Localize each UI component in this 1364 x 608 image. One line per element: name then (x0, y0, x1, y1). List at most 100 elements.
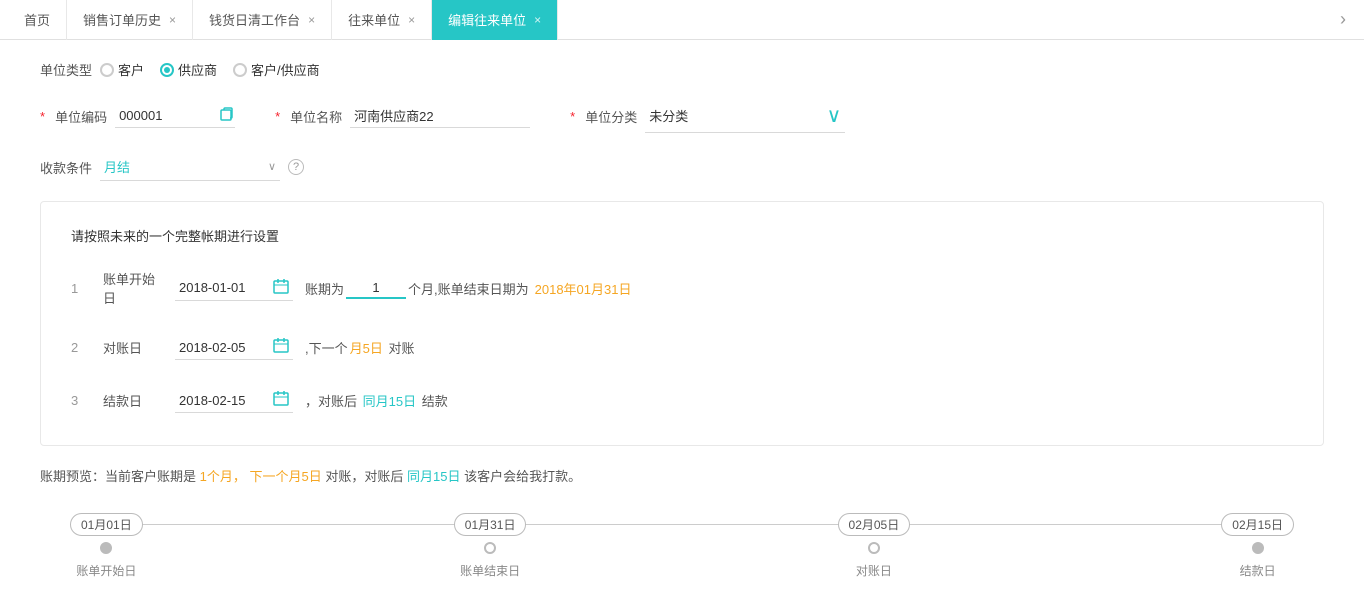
tab-cash-work[interactable]: 钱货日清工作台 × (193, 0, 332, 40)
tab-bar: 首页 销售订单历史 × 钱货日清工作台 × 往来单位 × 编辑往来单位 × › (0, 0, 1364, 40)
main-content: 单位类型 客户 供应商 客户/供应商 * 单位编码 (0, 40, 1364, 608)
timeline-label-4: 结款日 (1240, 562, 1276, 579)
preview-suffix: 该客户会给我打款。 (464, 469, 581, 484)
unit-category-item: * 单位分类 未分类 ∨ (570, 99, 845, 133)
row-3-num: 3 (71, 393, 91, 408)
row-1-calendar-icon[interactable] (273, 278, 289, 298)
row-3-highlight-day: 同月15日 (359, 391, 420, 410)
tab-partner-close[interactable]: × (408, 13, 415, 27)
radio-customer[interactable]: 客户 (100, 60, 144, 79)
preview-label: 账期预览：当前客户账期是 (40, 469, 196, 484)
row-3-desc: ，对账后 同月15日 结款 (305, 391, 448, 410)
radio-supplier-circle (160, 63, 174, 77)
tab-more-button[interactable]: › (1330, 9, 1356, 30)
row-2-calendar-icon[interactable] (273, 337, 289, 357)
row-1-date-input[interactable] (179, 280, 269, 295)
tab-sales-history-close[interactable]: × (169, 13, 176, 27)
unit-category-select[interactable]: 未分类 ∨ (645, 99, 845, 133)
row-2-desc: ,下一个 月5日 对账 (305, 338, 414, 357)
row-2-date-field (175, 335, 293, 360)
unit-category-value: 未分类 (649, 106, 826, 125)
radio-customer-label: 客户 (118, 60, 144, 79)
row-3-desc-prefix: ，对账后 (305, 391, 357, 410)
payment-terms-value: 月结 (104, 157, 264, 176)
unit-code-item: * 单位编码 (40, 104, 235, 128)
timeline-label-3: 对账日 (856, 562, 892, 579)
row-2-date-input[interactable] (179, 340, 269, 355)
setting-row-3: 3 结款日 ，对账后 同月15日 结款 (71, 388, 1293, 413)
unit-code-copy-icon[interactable] (219, 106, 235, 126)
timeline-dot-1 (100, 542, 112, 554)
tab-home[interactable]: 首页 (8, 0, 67, 40)
row-1-date-field (175, 276, 293, 301)
payment-terms-item: 收款条件 月结 ∨ ? (40, 153, 304, 181)
unit-name-item: * 单位名称 (275, 104, 530, 128)
timeline-line (70, 524, 1294, 525)
setting-row-1: 1 账单开始日 账期为 个月,账单结束日期为 2018年01月31日 (71, 269, 1293, 307)
unit-category-required-mark: * (570, 109, 575, 124)
unit-code-label: 单位编码 (55, 107, 107, 126)
timeline-dot-4 (1252, 542, 1264, 554)
unit-name-required-mark: * (275, 109, 280, 124)
radio-supplier-label: 供应商 (178, 60, 217, 79)
row-1-desc: 账期为 个月,账单结束日期为 2018年01月31日 (305, 278, 631, 299)
timeline-badge-1: 01月01日 (70, 513, 143, 536)
unit-category-arrow: ∨ (827, 103, 842, 128)
radio-both-circle (233, 63, 247, 77)
tab-edit-partner[interactable]: 编辑往来单位 × (432, 0, 558, 40)
preview-next: 下一个月5日 (250, 469, 322, 484)
unit-name-input[interactable] (350, 104, 530, 128)
tab-sales-history-label: 销售订单历史 (83, 10, 161, 29)
unit-code-required-mark: * (40, 109, 45, 124)
row-3-calendar-icon[interactable] (273, 390, 289, 410)
row-2-highlight-day: 月5日 (350, 338, 383, 357)
preview-payment: 同月15日 (407, 469, 460, 484)
unit-info-row: * 单位编码 * 单位名称 * 单位分类 未分类 ∨ (40, 99, 1324, 133)
payment-terms-row: 收款条件 月结 ∨ ? (40, 153, 1324, 181)
row-3-date-field (175, 388, 293, 413)
unit-type-label: 单位类型 (40, 60, 92, 79)
timeline: 01月01日 账单开始日 01月31日 账单结束日 02月05日 对账日 02月… (40, 513, 1324, 579)
preview-period: 1个月， (200, 469, 246, 484)
row-1-num: 1 (71, 281, 91, 296)
timeline-dot-2 (484, 542, 496, 554)
timeline-dot-3 (868, 542, 880, 554)
row-1-highlight-date: 2018年01月31日 (535, 279, 632, 298)
tab-cash-work-close[interactable]: × (308, 13, 315, 27)
period-input[interactable] (346, 278, 406, 299)
row-3-date-input[interactable] (179, 393, 269, 408)
unit-code-input[interactable] (115, 104, 215, 127)
row-1-desc-prefix: 账期为 (305, 279, 344, 298)
timeline-badge-4: 02月15日 (1221, 513, 1294, 536)
radio-both-label: 客户/供应商 (251, 60, 320, 79)
timeline-badge-2: 01月31日 (454, 513, 527, 536)
row-2-desc-prefix: ,下一个 (305, 338, 348, 357)
setting-row-2: 2 对账日 ,下一个 月5日 对账 (71, 335, 1293, 360)
unit-name-label: 单位名称 (290, 107, 342, 126)
row-1-label: 账单开始日 (103, 269, 163, 307)
tab-partner[interactable]: 往来单位 × (332, 0, 432, 40)
tab-cash-work-label: 钱货日清工作台 (209, 10, 300, 29)
timeline-point-1: 01月01日 账单开始日 (70, 513, 143, 579)
tab-edit-partner-label: 编辑往来单位 (448, 10, 526, 29)
preview-section: 账期预览：当前客户账期是 1个月， 下一个月5日 对账，对账后 同月15日 该客… (40, 466, 1324, 485)
row-2-desc-suffix: 对账 (385, 338, 415, 357)
payment-terms-arrow: ∨ (268, 160, 276, 173)
radio-supplier[interactable]: 供应商 (160, 60, 217, 79)
tab-edit-partner-close[interactable]: × (534, 13, 541, 27)
payment-terms-help-icon[interactable]: ? (288, 159, 304, 175)
timeline-point-2: 01月31日 账单结束日 (454, 513, 527, 579)
payment-terms-select[interactable]: 月结 ∨ (100, 153, 280, 181)
row-2-num: 2 (71, 340, 91, 355)
tab-sales-history[interactable]: 销售订单历史 × (67, 0, 193, 40)
row-1-desc-suffix: 个月,账单结束日期为 (408, 279, 529, 298)
timeline-label-1: 账单开始日 (76, 562, 136, 579)
timeline-badge-3: 02月05日 (838, 513, 911, 536)
row-3-desc-suffix: 结款 (422, 391, 448, 410)
radio-customer-circle (100, 63, 114, 77)
unit-code-input-wrapper (115, 104, 235, 128)
radio-both[interactable]: 客户/供应商 (233, 60, 320, 79)
timeline-point-3: 02月05日 对账日 (838, 513, 911, 579)
timeline-label-2: 账单结束日 (460, 562, 520, 579)
tab-partner-label: 往来单位 (348, 10, 400, 29)
